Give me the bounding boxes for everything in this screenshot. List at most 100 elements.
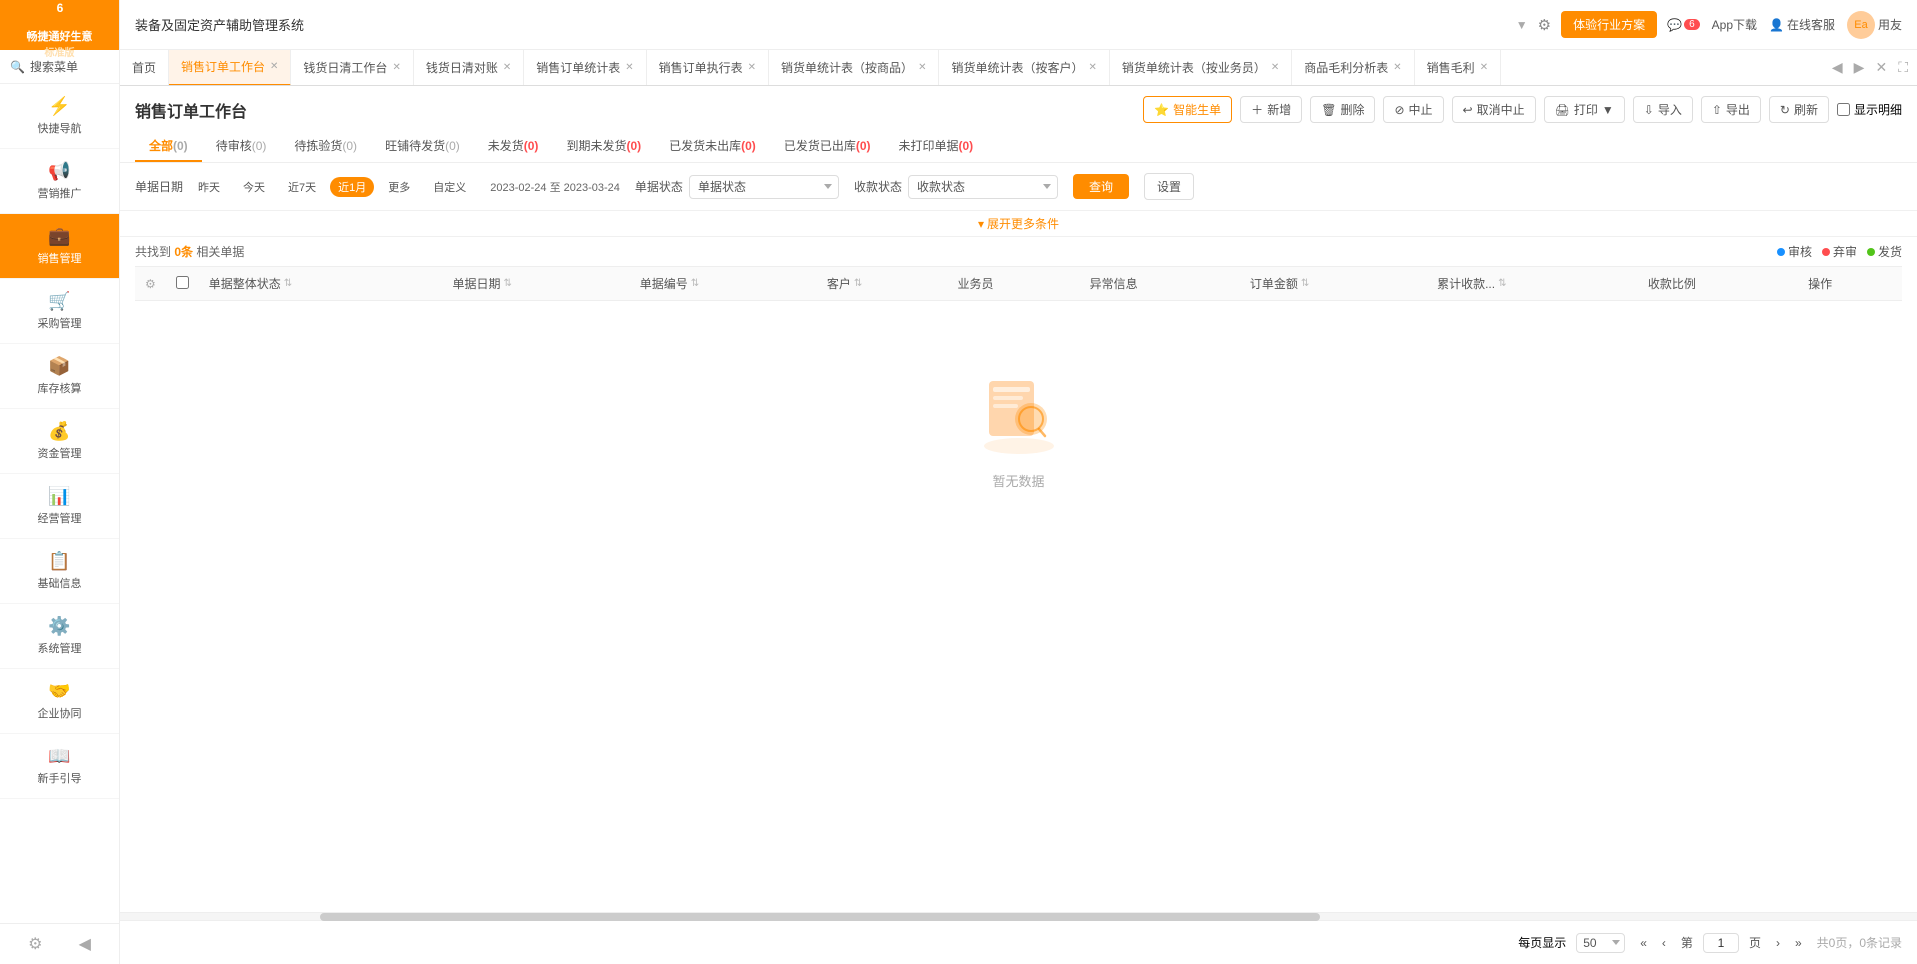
sidebar-item-enterprise[interactable]: 🤝 企业协同 xyxy=(0,669,119,734)
tab-sales-staff[interactable]: 销货单统计表（按业务员） ✕ xyxy=(1110,50,1292,86)
subtab-shipped-no-out[interactable]: 已发货未出库(0) xyxy=(655,131,770,162)
sidebar-item-marketing[interactable]: 📢 营销推广 xyxy=(0,149,119,214)
th-amount[interactable]: 订单金额 ⇅ xyxy=(1240,267,1427,301)
tab-next-icon[interactable]: ▶ xyxy=(1850,57,1869,78)
sidebar-item-sales[interactable]: 💼 销售管理 xyxy=(0,214,119,279)
total-info: 共0页，0条记录 xyxy=(1817,934,1902,951)
stop-button[interactable]: ⊘ 中止 xyxy=(1383,96,1443,123)
ship-btn[interactable]: 发货 xyxy=(1867,243,1902,260)
column-settings[interactable]: ⚙ xyxy=(135,267,166,301)
tab-sales-product[interactable]: 销货单统计表（按商品） ✕ xyxy=(769,50,939,86)
show-detail-checkbox[interactable]: 显示明细 xyxy=(1837,101,1902,118)
query-button[interactable]: 查询 xyxy=(1073,174,1129,199)
tab-close-icon[interactable]: ✕ xyxy=(1271,62,1279,73)
sidebar-item-inventory[interactable]: 📦 库存核算 xyxy=(0,344,119,409)
smart-generate-button[interactable]: ⭐ 智能生单 xyxy=(1143,96,1232,123)
prev-page-btn[interactable]: ‹ xyxy=(1657,934,1671,952)
sidebar-item-quicknav[interactable]: ⚡ 快捷导航 xyxy=(0,84,119,149)
subtab-pending-inspection[interactable]: 待拣验货(0) xyxy=(280,131,371,162)
review-btn[interactable]: 审核 xyxy=(1777,243,1812,260)
tab-fullscreen-icon[interactable]: ⛶ xyxy=(1894,57,1912,78)
subtab-shipped-out[interactable]: 已发货已出库(0) xyxy=(770,131,885,162)
scrollbar-thumb[interactable] xyxy=(320,913,1320,921)
date-more[interactable]: 更多 xyxy=(379,176,419,198)
settings-icon[interactable]: ⚙ xyxy=(28,934,42,954)
import-button[interactable]: ⇩ 导入 xyxy=(1633,96,1693,123)
horizontal-scrollbar[interactable] xyxy=(120,912,1917,920)
collect-select[interactable]: 收款状态 xyxy=(908,175,1058,199)
sidebar-item-search[interactable]: 🔍 搜索菜单 xyxy=(0,50,119,84)
next-page-btn[interactable]: › xyxy=(1771,934,1785,952)
settings-topbar-icon[interactable]: ⚙ xyxy=(1538,16,1551,34)
select-all-cell[interactable] xyxy=(166,267,199,301)
status-select[interactable]: 单据状态 xyxy=(689,175,839,199)
tab-close-icon[interactable]: ✕ xyxy=(270,61,278,72)
detail-checkbox[interactable] xyxy=(1837,103,1850,116)
date-today[interactable]: 今天 xyxy=(234,176,274,198)
page-size-select[interactable]: 50 10 20 100 xyxy=(1576,933,1625,953)
refresh-button[interactable]: ↻ 刷新 xyxy=(1769,96,1829,123)
add-button[interactable]: ＋ 新增 xyxy=(1240,96,1302,123)
collapse-icon[interactable]: ◀ xyxy=(79,934,91,954)
export-button[interactable]: ⇧ 导出 xyxy=(1701,96,1761,123)
cancel-stop-button[interactable]: ↩ 取消中止 xyxy=(1452,96,1536,123)
subtab-unshipped[interactable]: 未发货(0) xyxy=(474,131,553,162)
tab-sales-exec[interactable]: 销售订单执行表 ✕ xyxy=(647,50,769,86)
tab-close-icon[interactable]: ✕ xyxy=(748,62,756,73)
th-customer[interactable]: 客户 ⇅ xyxy=(817,267,948,301)
sidebar-item-system[interactable]: ⚙️ 系统管理 xyxy=(0,604,119,669)
date-yesterday[interactable]: 昨天 xyxy=(189,176,229,198)
th-status[interactable]: 单据整体状态 ⇅ xyxy=(199,267,443,301)
subtab-overdue-unshipped[interactable]: 到期未发货(0) xyxy=(552,131,655,162)
first-page-btn[interactable]: « xyxy=(1635,934,1652,952)
tab-close-icon[interactable]: ✕ xyxy=(1393,62,1401,73)
cancel-review-btn[interactable]: 弃审 xyxy=(1822,243,1857,260)
industry-solution-button[interactable]: 体验行业方案 xyxy=(1561,11,1657,38)
tab-sales-stats[interactable]: 销售订单统计表 ✕ xyxy=(524,50,646,86)
tab-sales-workbench[interactable]: 销售订单工作台 ✕ xyxy=(169,50,291,86)
tab-sales-customer[interactable]: 销货单统计表（按客户） ✕ xyxy=(939,50,1109,86)
page-number-input[interactable] xyxy=(1703,933,1739,953)
last-page-btn[interactable]: » xyxy=(1790,934,1807,952)
subtab-wangpu-pending[interactable]: 旺铺待发货(0) xyxy=(371,131,474,162)
date-1month[interactable]: 近1月 xyxy=(330,177,374,197)
delete-icon: 🗑 xyxy=(1321,103,1336,117)
tab-cash-daily[interactable]: 钱货日清工作台 ✕ xyxy=(291,50,413,86)
tab-close-icon[interactable]: ✕ xyxy=(392,62,400,73)
tab-sales-gross[interactable]: 销售毛利 ✕ xyxy=(1415,50,1501,86)
th-number[interactable]: 单据编号 ⇅ xyxy=(630,267,817,301)
tab-prev-icon[interactable]: ◀ xyxy=(1828,57,1847,78)
subtab-pending-review[interactable]: 待审核(0) xyxy=(202,131,281,162)
sidebar-item-purchase[interactable]: 🛒 采购管理 xyxy=(0,279,119,344)
tab-close-icon[interactable]: ✕ xyxy=(1088,62,1096,73)
message-icon[interactable]: 💬 6 xyxy=(1667,18,1700,32)
tab-gross-analysis[interactable]: 商品毛利分析表 ✕ xyxy=(1292,50,1414,86)
sidebar-item-finance[interactable]: 💰 资金管理 xyxy=(0,409,119,474)
tab-home[interactable]: 首页 xyxy=(120,50,169,86)
th-date[interactable]: 单据日期 ⇅ xyxy=(443,267,630,301)
select-all-checkbox[interactable] xyxy=(176,276,189,289)
tab-cash-reconcile[interactable]: 钱货日清对账 ✕ xyxy=(414,50,524,86)
tab-close-icon[interactable]: ✕ xyxy=(918,62,926,73)
expand-button[interactable]: ▾ 展开更多条件 xyxy=(978,215,1059,232)
expand-icon[interactable]: ▼ xyxy=(1516,18,1528,32)
sidebar-item-label: 资金管理 xyxy=(38,445,82,461)
th-cumulative[interactable]: 累计收款... ⇅ xyxy=(1427,267,1638,301)
date-custom[interactable]: 自定义 xyxy=(424,176,475,198)
setting-button[interactable]: 设置 xyxy=(1144,173,1194,200)
user-avatar[interactable]: Ea 用友 xyxy=(1847,11,1902,39)
app-download-link[interactable]: App下载 xyxy=(1712,16,1757,33)
print-button[interactable]: 🖨 打印 ▼ xyxy=(1544,96,1625,123)
online-service-link[interactable]: 👤 在线客服 xyxy=(1769,16,1835,33)
sidebar-item-operations[interactable]: 📊 经营管理 xyxy=(0,474,119,539)
sidebar-item-basicinfo[interactable]: 📋 基础信息 xyxy=(0,539,119,604)
sidebar-item-guide[interactable]: 📖 新手引导 xyxy=(0,734,119,799)
tab-close-all-icon[interactable]: ✕ xyxy=(1871,57,1891,78)
tab-close-icon[interactable]: ✕ xyxy=(503,62,511,73)
delete-button[interactable]: 🗑 删除 xyxy=(1310,96,1375,123)
tab-close-icon[interactable]: ✕ xyxy=(625,62,633,73)
subtab-unprinted[interactable]: 未打印单据(0) xyxy=(885,131,988,162)
tab-close-icon[interactable]: ✕ xyxy=(1480,62,1488,73)
date-7days[interactable]: 近7天 xyxy=(279,176,325,198)
subtab-all[interactable]: 全部(0) xyxy=(135,131,202,162)
